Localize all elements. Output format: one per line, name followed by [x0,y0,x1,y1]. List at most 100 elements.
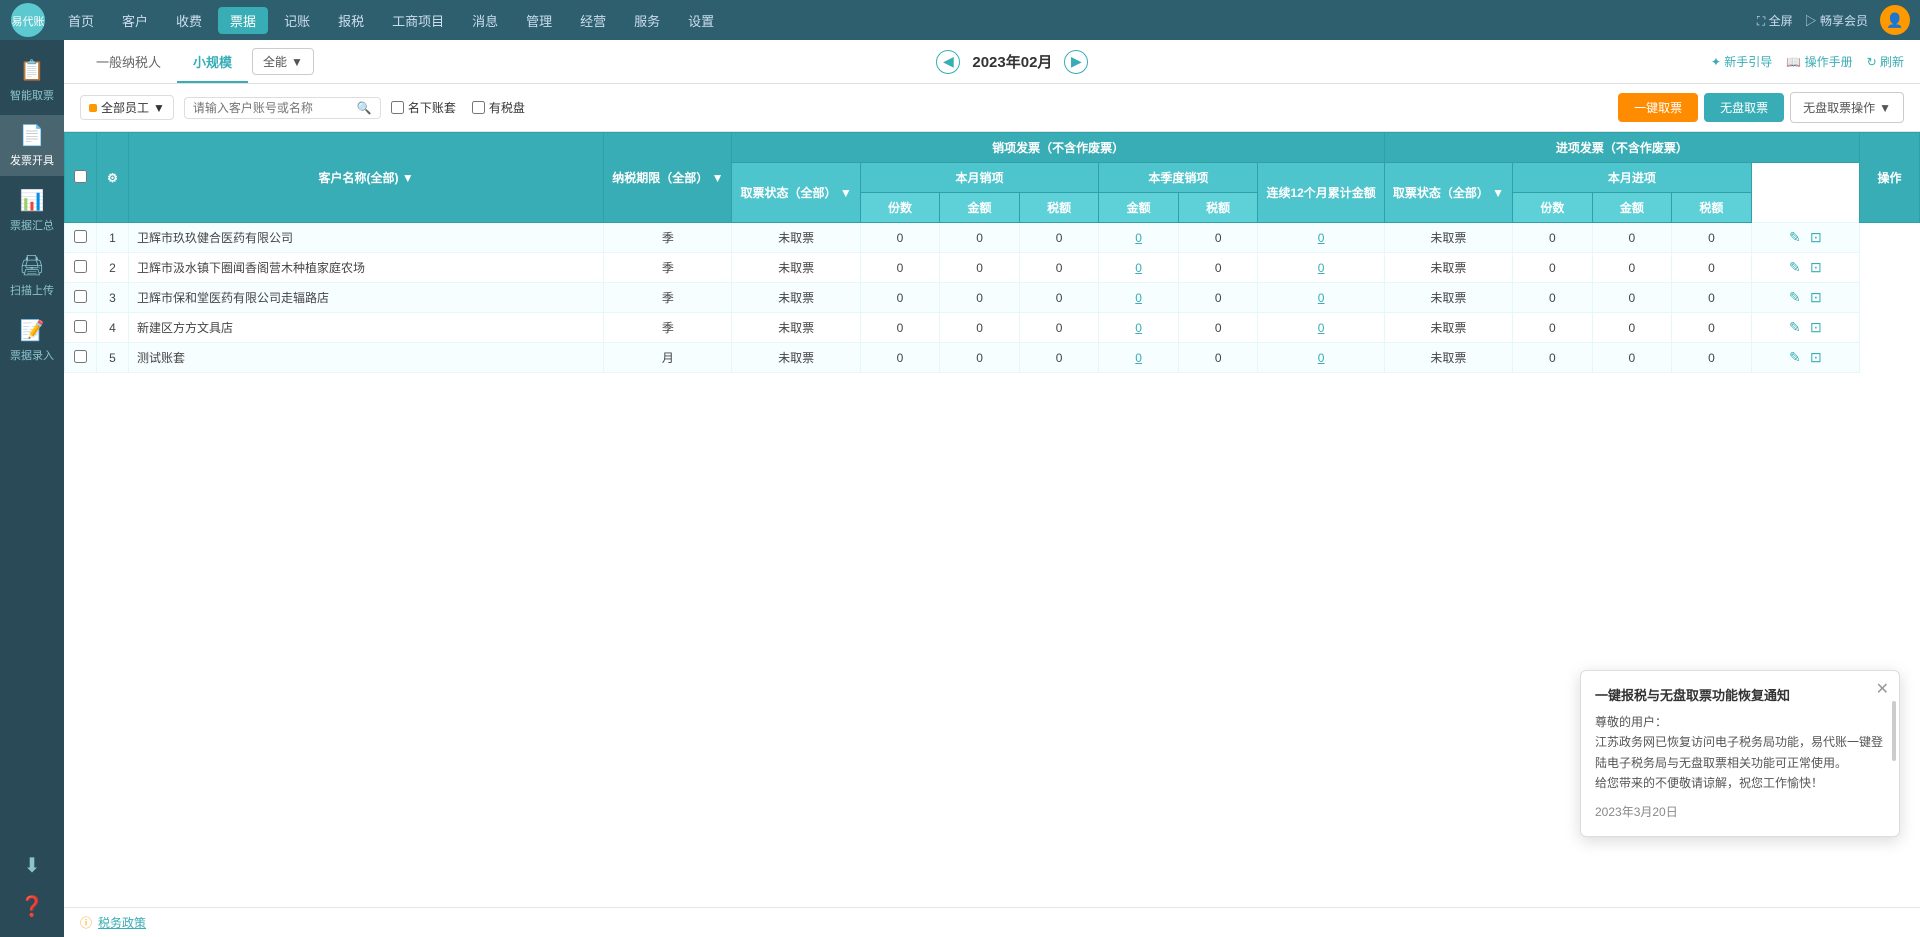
row-checkbox[interactable] [65,283,97,313]
checkbox-my-accounts[interactable]: 名下账套 [391,99,456,116]
edit-icon[interactable]: ✎ [1789,319,1801,335]
row-checkbox-input[interactable] [74,230,87,243]
purchase-status-filter-icon[interactable]: ▼ [1492,186,1504,200]
dropdown-arrow-icon: ▼ [1879,101,1891,115]
row-actions: ✎ ⊡ [1751,253,1859,283]
more-icon[interactable]: ⊡ [1810,289,1822,305]
employee-select[interactable]: 全部员工 ▼ [80,95,174,120]
svg-text:易代账: 易代账 [12,15,45,28]
sidebar-item-smart-fetch[interactable]: 📋 智能取票 [0,50,64,111]
row-sales-status: 未取票 [732,283,860,313]
row-checkbox-input[interactable] [74,350,87,363]
nav-manage[interactable]: 管理 [514,7,564,34]
nav-message[interactable]: 消息 [460,7,510,34]
nav-tax[interactable]: 报税 [326,7,376,34]
member-btn[interactable]: ▷ 畅享会员 [1805,12,1868,29]
one-key-fetch-btn[interactable]: 一键取票 [1618,93,1698,122]
sidebar-item-invoice-entry[interactable]: 📝 票据录入 [0,310,64,371]
select-all-checkbox[interactable] [74,170,87,183]
new-guide-btn[interactable]: ✦ 新手引导 [1711,53,1772,70]
smart-fetch-icon: 📋 [20,58,45,83]
row-actions: ✎ ⊡ [1751,283,1859,313]
row-p-monthly-count: 0 [1513,343,1593,373]
row-checkbox[interactable] [65,313,97,343]
nav-operations[interactable]: 经营 [568,7,618,34]
row-customer: 卫辉市汲水镇下圈闻香阁营木种植家庭农场 [129,253,604,283]
row-s-cumulative: 0 [1258,313,1384,343]
sales-status-filter-icon[interactable]: ▼ [840,186,852,200]
search-icon[interactable]: 🔍 [357,101,372,115]
row-checkbox[interactable] [65,223,97,253]
sidebar-item-invoice-open[interactable]: 📄 发票开具 [0,115,64,176]
edit-icon[interactable]: ✎ [1789,349,1801,365]
user-avatar[interactable]: 👤 [1880,5,1910,35]
row-s-quarterly-tax: 0 [1178,223,1258,253]
search-input[interactable] [193,101,353,115]
row-s-monthly-count: 0 [860,313,940,343]
nav-service[interactable]: 服务 [622,7,672,34]
tax-period-filter-icon[interactable]: ▼ [712,171,724,185]
top-navigation: 易代账 首页 客户 收费 票据 记账 报税 工商项目 消息 管理 经营 服务 设… [0,0,1920,40]
sidebar-item-invoice-summary[interactable]: 📊 票据汇总 [0,180,64,241]
row-s-quarterly-amount: 0 [1099,343,1179,373]
refresh-btn[interactable]: ↻ 刷新 [1867,53,1904,70]
tax-policy-link[interactable]: 税务政策 [98,914,146,931]
row-checkbox-input[interactable] [74,320,87,333]
checkbox-has-taxdisk-input[interactable] [472,101,485,114]
checkbox-my-accounts-input[interactable] [391,101,404,114]
sidebar-item-download[interactable]: ⬇ [16,845,49,886]
sidebar-item-scan-upload[interactable]: 🖨 扫描上传 [0,245,64,306]
edit-icon[interactable]: ✎ [1789,259,1801,275]
nav-invoice[interactable]: 票据 [218,7,268,34]
top-right-tools: ⛶ 全屏 ▷ 畅享会员 👤 [1757,5,1910,35]
nav-customer[interactable]: 客户 [110,7,160,34]
more-icon[interactable]: ⊡ [1810,229,1822,245]
toolbar: 全部员工 ▼ 🔍 名下账套 有税盘 一键取票 无盘取票 [64,84,1920,132]
row-s-monthly-amount: 0 [940,343,1020,373]
nav-billing[interactable]: 收费 [164,7,214,34]
row-checkbox[interactable] [65,253,97,283]
edit-icon[interactable]: ✎ [1789,289,1801,305]
col-s-monthly-amount: 金额 [940,193,1020,223]
row-sales-status: 未取票 [732,343,860,373]
tab-general-taxpayer[interactable]: 一般纳税人 [80,42,177,83]
more-icon[interactable]: ⊡ [1810,319,1822,335]
row-checkbox[interactable] [65,343,97,373]
tab-full[interactable]: 全能 ▼ [252,48,314,75]
sidebar-item-help[interactable]: ❓ [16,886,49,927]
table-body: 1 卫辉市玖玖健合医药有限公司 季 未取票 0 0 0 0 0 0 未取票 0 … [65,223,1920,373]
more-icon[interactable]: ⊡ [1810,259,1822,275]
table-row: 1 卫辉市玖玖健合医药有限公司 季 未取票 0 0 0 0 0 0 未取票 0 … [65,223,1920,253]
row-checkbox-input[interactable] [74,290,87,303]
notification-popup: ✕ 一键报税与无盘取票功能恢复通知 尊敬的用户： 江苏政务网已恢复访问电子税务局… [1580,670,1900,837]
action-buttons: 一键取票 无盘取票 无盘取票操作 ▼ [1618,92,1904,123]
row-purchase-status: 未取票 [1384,283,1512,313]
notification-close-btn[interactable]: ✕ [1876,679,1889,699]
nav-settings[interactable]: 设置 [676,7,726,34]
tab-small-scale[interactable]: 小规模 [177,42,248,83]
row-p-monthly-tax: 0 [1672,283,1752,313]
nav-bookkeeping[interactable]: 记账 [272,7,322,34]
more-icon[interactable]: ⊡ [1810,349,1822,365]
row-checkbox-input[interactable] [74,260,87,273]
checkbox-has-taxdisk[interactable]: 有税盘 [472,99,525,116]
edit-icon[interactable]: ✎ [1789,229,1801,245]
invoice-entry-icon: 📝 [20,318,45,343]
row-s-quarterly-tax: 0 [1178,343,1258,373]
no-disk-operation-btn[interactable]: 无盘取票操作 ▼ [1790,92,1904,123]
row-s-quarterly-amount: 0 [1099,313,1179,343]
col-s-monthly-count: 份数 [860,193,940,223]
prev-period-btn[interactable]: ◀ [936,50,960,74]
row-p-monthly-tax: 0 [1672,313,1752,343]
row-tax-period: 季 [604,253,732,283]
app-logo[interactable]: 易代账 [10,2,46,38]
col-settings-header[interactable]: ⚙ [97,133,129,223]
nav-business[interactable]: 工商项目 [380,7,456,34]
fullscreen-btn[interactable]: ⛶ 全屏 [1757,12,1793,29]
no-disk-fetch-btn[interactable]: 无盘取票 [1704,93,1784,122]
filter-icon[interactable]: ▼ [402,171,414,185]
nav-home[interactable]: 首页 [56,7,106,34]
next-period-btn[interactable]: ▶ [1064,50,1088,74]
row-s-monthly-amount: 0 [940,313,1020,343]
manual-btn[interactable]: 📖 操作手册 [1786,53,1852,70]
